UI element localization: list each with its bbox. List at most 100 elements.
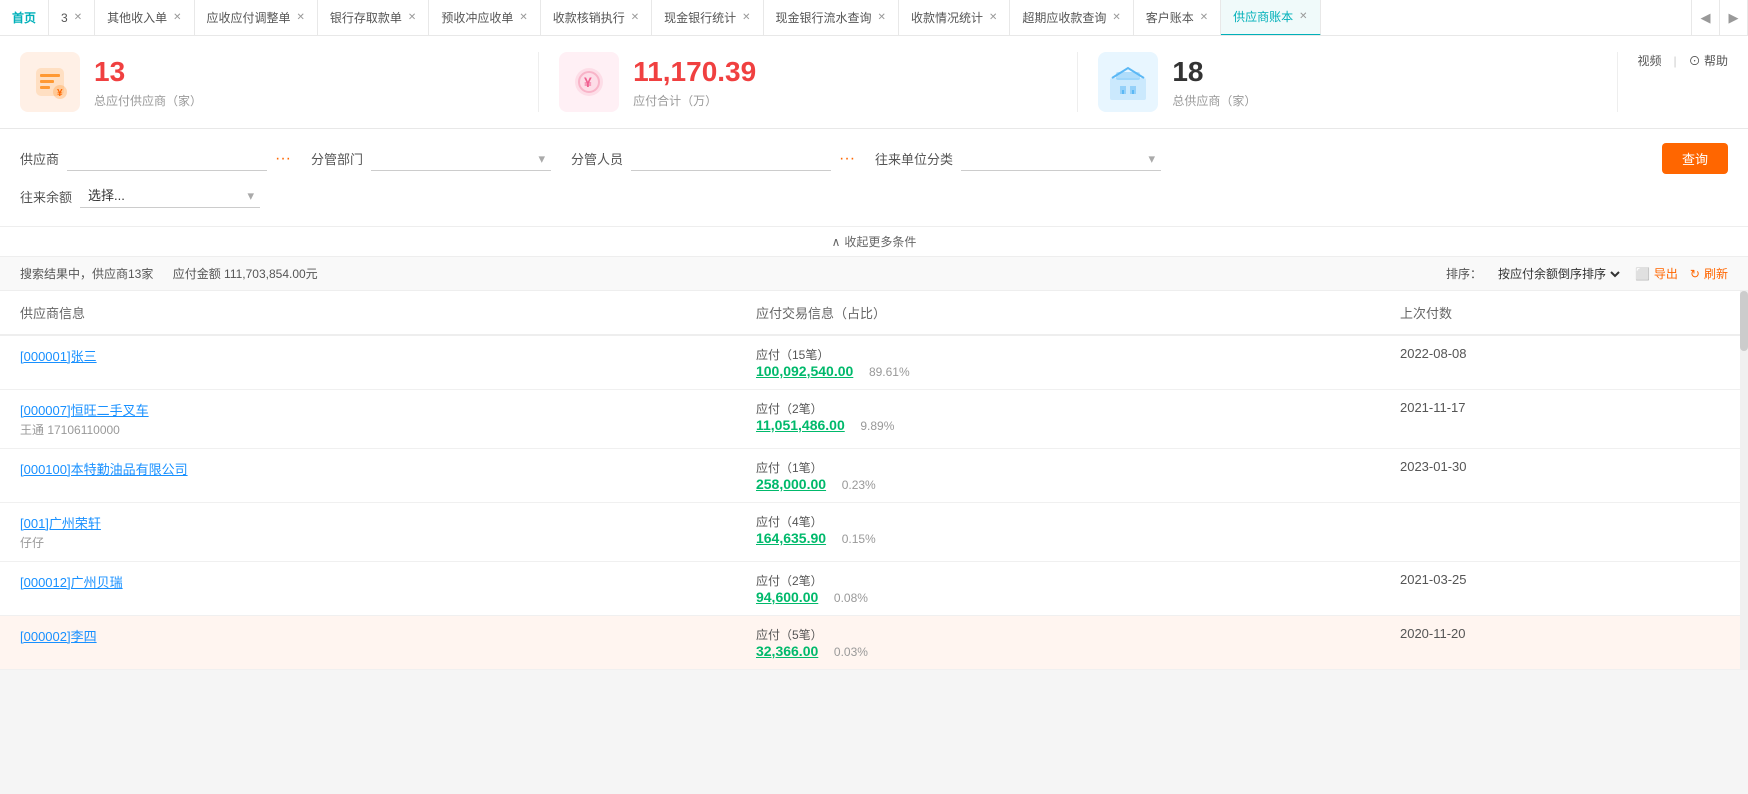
top-navigation: 首页 3 ✕ 其他收入单 ✕ 应收应付调整单 ✕ 银行存取款单 ✕ 预收冲应收单… <box>0 0 1748 36</box>
person-dots[interactable]: ··· <box>839 150 855 168</box>
close-icon[interactable]: ✕ <box>74 12 82 23</box>
supplier-link[interactable]: [001]广州荣轩 <box>20 516 101 531</box>
last-pay-date: 2021-11-17 <box>1400 400 1466 415</box>
supplier-sub: 仔仔 <box>20 534 716 551</box>
pct-value: 0.08% <box>834 591 868 605</box>
supplier-link[interactable]: [000002]李四 <box>20 629 97 644</box>
refresh-button[interactable]: ↻ 刷新 <box>1690 265 1728 282</box>
nav-tab-prepay[interactable]: 预收冲应收单 ✕ <box>429 0 540 36</box>
nav-tab-supplier-ledger[interactable]: 供应商账本 ✕ <box>1221 0 1320 36</box>
close-icon[interactable]: ✕ <box>519 12 527 23</box>
category-select-wrapper <box>961 147 1161 171</box>
filter-category: 往来单位分类 <box>875 147 1161 171</box>
supplier-info-cell: [000007]恒旺二手叉车王通 17106110000 <box>0 390 736 449</box>
col-header-last-pay: 上次付数 <box>1380 291 1748 335</box>
last-pay-date: 2023-01-30 <box>1400 459 1467 474</box>
table-row: [000002]李四 应付（5笔） 32,366.00 0.03% 2020-1… <box>0 616 1748 670</box>
scrollbar-thumb[interactable] <box>1740 291 1748 351</box>
close-icon[interactable]: ✕ <box>1200 12 1208 23</box>
category-select[interactable] <box>961 147 1161 171</box>
nav-tab-other-income[interactable]: 其他收入单 ✕ <box>95 0 194 36</box>
tx-label: 应付（15笔） <box>756 346 1360 363</box>
amount-value[interactable]: 258,000.00 <box>756 476 826 492</box>
nav-tab-home[interactable]: 首页 <box>0 0 49 36</box>
supplier-link[interactable]: [000100]本特勤油品有限公司 <box>20 462 188 477</box>
help-link[interactable]: ⊙ 帮助 <box>1689 52 1728 69</box>
close-icon[interactable]: ✕ <box>1112 12 1120 23</box>
supplier-link[interactable]: [000007]恒旺二手叉车 <box>20 403 149 418</box>
close-icon[interactable]: ✕ <box>1299 11 1307 22</box>
card-icon-suppliers <box>1098 52 1158 112</box>
tx-label: 应付（2笔） <box>756 572 1360 589</box>
balance-select[interactable]: 选择... <box>80 184 260 208</box>
pct-value: 0.03% <box>834 645 868 659</box>
amount-value[interactable]: 94,600.00 <box>756 589 818 605</box>
supplier-dots[interactable]: ··· <box>275 150 291 168</box>
supplier-input[interactable] <box>67 147 267 171</box>
close-icon[interactable]: ✕ <box>408 12 416 23</box>
nav-tab-3[interactable]: 3 ✕ <box>49 0 95 36</box>
close-icon[interactable]: ✕ <box>297 12 305 23</box>
filter-dept: 分管部门 <box>311 147 551 171</box>
svg-text:¥: ¥ <box>57 88 63 99</box>
collapse-button[interactable]: ∧ 收起更多条件 <box>832 233 917 250</box>
tx-info-cell: 应付（2笔） 11,051,486.00 9.89% <box>736 390 1380 449</box>
nav-tab-bank[interactable]: 银行存取款单 ✕ <box>318 0 429 36</box>
amount-value[interactable]: 164,635.90 <box>756 530 826 546</box>
supplier-link[interactable]: [000012]广州贝瑞 <box>20 575 123 590</box>
last-pay-cell: 2021-11-17 <box>1380 390 1748 449</box>
close-icon[interactable]: ✕ <box>989 12 997 23</box>
sort-select[interactable]: 按应付余额倒序排序 <box>1494 266 1623 282</box>
dept-select[interactable] <box>371 147 551 171</box>
export-button[interactable]: ⬜ 导出 <box>1635 265 1678 282</box>
dept-label: 分管部门 <box>311 149 363 168</box>
amount-value[interactable]: 32,366.00 <box>756 643 818 659</box>
amount-value[interactable]: 11,051,486.00 <box>756 417 845 433</box>
top-right-links: 视频 | ⊙ 帮助 <box>1638 52 1728 69</box>
summary-card-total-payable: ¥ 11,170.39 应付合计（万） <box>559 52 1078 112</box>
nav-tab-customer-ledger[interactable]: 客户账本 ✕ <box>1134 0 1221 36</box>
query-button[interactable]: 查询 <box>1662 143 1728 174</box>
close-icon[interactable]: ✕ <box>878 12 886 23</box>
nav-tab-collection-stat[interactable]: 收款情况统计 ✕ <box>899 0 1010 36</box>
sort-label: 排序： <box>1446 265 1482 282</box>
tx-label: 应付（5笔） <box>756 626 1360 643</box>
last-pay-cell: 2021-03-25 <box>1380 562 1748 616</box>
table-row: [001]广州荣轩仔仔 应付（4笔） 164,635.90 0.15% <box>0 503 1748 562</box>
person-input[interactable] <box>631 147 831 171</box>
last-pay-date: 2021-03-25 <box>1400 572 1467 587</box>
payable-suppliers-value: 13 <box>94 55 202 89</box>
amount-value[interactable]: 100,092,540.00 <box>756 363 853 379</box>
svg-text:¥: ¥ <box>584 74 592 90</box>
tx-info-cell: 应付（5笔） 32,366.00 0.03% <box>736 616 1380 670</box>
last-pay-date: 2022-08-08 <box>1400 346 1467 361</box>
dept-select-wrapper <box>371 147 551 171</box>
col-header-tx: 应付交易信息（占比） <box>736 291 1380 335</box>
filter-row-2: 往来余额 选择... <box>20 184 1728 208</box>
close-icon[interactable]: ✕ <box>173 12 181 23</box>
nav-tab-cash-bank-stat[interactable]: 现金银行统计 ✕ <box>652 0 763 36</box>
nav-tab-cash-flow[interactable]: 现金银行流水查询 ✕ <box>764 0 899 36</box>
nav-tab-adjustment[interactable]: 应收应付调整单 ✕ <box>195 0 318 36</box>
collapse-label: 收起更多条件 <box>844 233 916 250</box>
close-icon[interactable]: ✕ <box>631 12 639 23</box>
balance-select-wrapper: 选择... <box>80 184 260 208</box>
video-link[interactable]: 视频 <box>1638 52 1662 69</box>
person-label: 分管人员 <box>571 149 623 168</box>
close-icon[interactable]: ✕ <box>742 12 750 23</box>
tx-info-cell: 应付（4笔） 164,635.90 0.15% <box>736 503 1380 562</box>
total-payable-value: 11,170.39 <box>633 55 756 89</box>
nav-tab-overdue[interactable]: 超期应收款查询 ✕ <box>1010 0 1133 36</box>
scrollbar-track[interactable] <box>1740 291 1748 670</box>
refresh-icon: ↻ <box>1690 267 1700 281</box>
tx-info-cell: 应付（2笔） 94,600.00 0.08% <box>736 562 1380 616</box>
supplier-link[interactable]: [000001]张三 <box>20 349 97 364</box>
tx-label: 应付（2笔） <box>756 400 1360 417</box>
separator: | <box>1674 54 1677 68</box>
last-pay-cell: 2023-01-30 <box>1380 449 1748 503</box>
nav-tab-collection[interactable]: 收款核销执行 ✕ <box>541 0 652 36</box>
nav-next-arrow[interactable]: ▶ <box>1720 0 1748 36</box>
collapse-bar: ∧ 收起更多条件 <box>0 227 1748 257</box>
nav-prev-arrow[interactable]: ◀ <box>1692 0 1720 36</box>
filter-person: 分管人员 ··· <box>571 147 855 171</box>
